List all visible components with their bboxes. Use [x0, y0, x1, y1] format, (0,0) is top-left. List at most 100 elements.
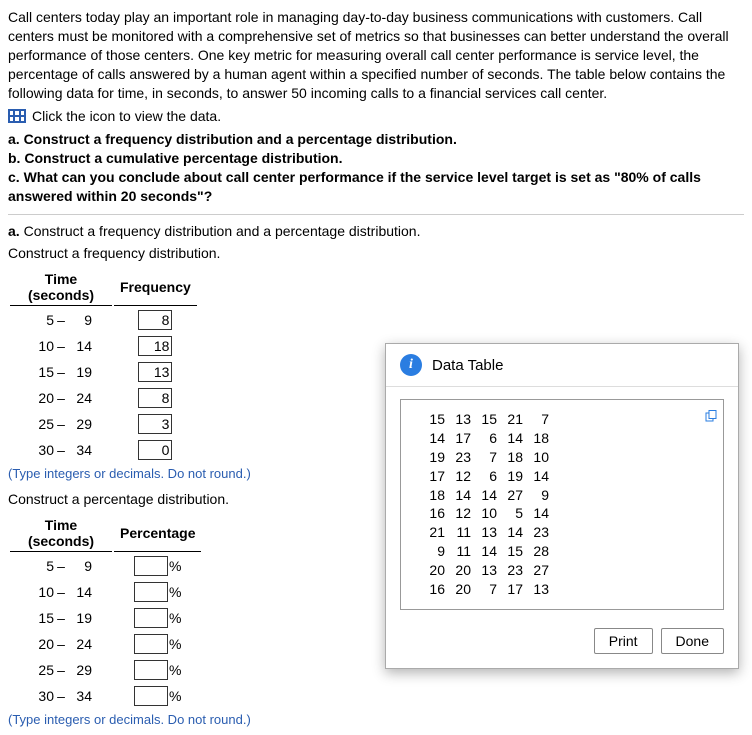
- data-cell: 23: [523, 523, 549, 542]
- data-row: 2111131423: [419, 523, 705, 542]
- data-cell: 16: [419, 580, 445, 599]
- data-table-modal: i Data Table 151315217141761418192371810…: [385, 343, 739, 669]
- print-button[interactable]: Print: [594, 628, 653, 654]
- data-cell: 14: [471, 542, 497, 561]
- pct-unit: %: [169, 636, 181, 652]
- data-cell: 12: [445, 467, 471, 486]
- pct-input[interactable]: [134, 660, 168, 680]
- freq-input[interactable]: [138, 336, 172, 356]
- info-icon: i: [400, 354, 422, 376]
- data-cell: 21: [497, 410, 523, 429]
- view-data-text: Click the icon to view the data.: [32, 108, 221, 124]
- data-cell: 13: [445, 410, 471, 429]
- table-row: 25–29: [10, 412, 197, 436]
- pct-hint: (Type integers or decimals. Do not round…: [8, 712, 744, 727]
- data-cell: 7: [471, 448, 497, 467]
- data-row: 151315217: [419, 410, 705, 429]
- data-cell: 5: [497, 504, 523, 523]
- table-row: 15–19 %: [10, 606, 201, 630]
- view-data-row: Click the icon to view the data.: [8, 108, 744, 124]
- data-cell: 19: [497, 467, 523, 486]
- pct-unit: %: [169, 584, 181, 600]
- data-row: 171261914: [419, 467, 705, 486]
- data-cell: 27: [523, 561, 549, 580]
- data-table-icon[interactable]: [8, 109, 26, 123]
- table-row: 30–34: [10, 438, 197, 462]
- data-cell: 20: [419, 561, 445, 580]
- data-cell: 6: [471, 429, 497, 448]
- table-row: 5–9: [10, 308, 197, 332]
- col-header-time-l1: Time: [16, 517, 106, 533]
- data-cell: 18: [419, 486, 445, 505]
- data-cell: 6: [471, 467, 497, 486]
- question-a: a. Construct a frequency distribution an…: [8, 130, 744, 149]
- pct-unit: %: [169, 610, 181, 626]
- modal-title: Data Table: [432, 357, 503, 374]
- pct-input[interactable]: [134, 582, 168, 602]
- question-list: a. Construct a frequency distribution an…: [8, 130, 744, 206]
- table-row: 10–14: [10, 334, 197, 358]
- divider: [8, 214, 744, 215]
- freq-instruction: Construct a frequency distribution.: [8, 245, 744, 261]
- data-cell: 20: [445, 580, 471, 599]
- table-row: 15–19: [10, 360, 197, 384]
- data-cell: 14: [523, 504, 549, 523]
- pct-unit: %: [169, 662, 181, 678]
- freq-input[interactable]: [138, 362, 172, 382]
- freq-input[interactable]: [138, 414, 172, 434]
- copy-icon[interactable]: [705, 410, 717, 422]
- pct-input[interactable]: [134, 556, 168, 576]
- data-cell: 14: [445, 486, 471, 505]
- pct-input[interactable]: [134, 686, 168, 706]
- percentage-table: Time (seconds) Percentage 5–9 % 10–14 % …: [8, 513, 203, 710]
- data-cell: 10: [523, 448, 549, 467]
- frequency-table: Time (seconds) Frequency 5–9 10–14 15–19…: [8, 267, 199, 464]
- data-cell: 28: [523, 542, 549, 561]
- table-row: 30–34 %: [10, 684, 201, 708]
- data-cell: 14: [523, 467, 549, 486]
- data-cell: 23: [445, 448, 471, 467]
- data-cell: 11: [445, 542, 471, 561]
- data-cell: 17: [419, 467, 445, 486]
- data-cell: 9: [419, 542, 445, 561]
- data-row: 141761418: [419, 429, 705, 448]
- data-cell: 13: [471, 523, 497, 542]
- data-cell: 23: [497, 561, 523, 580]
- col-header-frequency: Frequency: [114, 269, 197, 306]
- done-button[interactable]: Done: [661, 628, 724, 654]
- data-cell: 14: [471, 486, 497, 505]
- intro-paragraph: Call centers today play an important rol…: [8, 8, 744, 102]
- data-cell: 9: [523, 486, 549, 505]
- data-cell: 27: [497, 486, 523, 505]
- data-cell: 18: [497, 448, 523, 467]
- data-row: 161210514: [419, 504, 705, 523]
- data-cell: 13: [471, 561, 497, 580]
- col-header-percentage: Percentage: [114, 515, 201, 552]
- modal-footer: Print Done: [386, 618, 738, 668]
- data-cell: 19: [419, 448, 445, 467]
- data-cell: 15: [471, 410, 497, 429]
- data-cell: 14: [497, 523, 523, 542]
- pct-input[interactable]: [134, 634, 168, 654]
- data-cell: 11: [445, 523, 471, 542]
- data-cell: 14: [497, 429, 523, 448]
- data-row: 192371810: [419, 448, 705, 467]
- data-box: 1513152171417614181923718101712619141814…: [400, 399, 724, 610]
- data-cell: 21: [419, 523, 445, 542]
- freq-input[interactable]: [138, 440, 172, 460]
- col-header-time-l2: (seconds): [16, 533, 106, 549]
- question-c: c. What can you conclude about call cent…: [8, 168, 744, 206]
- col-header-time-l1: Time: [16, 271, 106, 287]
- freq-input[interactable]: [138, 310, 172, 330]
- data-cell: 12: [445, 504, 471, 523]
- table-row: 10–14 %: [10, 580, 201, 604]
- data-cell: 20: [445, 561, 471, 580]
- freq-input[interactable]: [138, 388, 172, 408]
- table-row: 5–9 %: [10, 554, 201, 578]
- pct-input[interactable]: [134, 608, 168, 628]
- col-header-time-l2: (seconds): [16, 287, 106, 303]
- pct-unit: %: [169, 688, 181, 704]
- data-cell: 18: [523, 429, 549, 448]
- pct-unit: %: [169, 558, 181, 574]
- data-cell: 16: [419, 504, 445, 523]
